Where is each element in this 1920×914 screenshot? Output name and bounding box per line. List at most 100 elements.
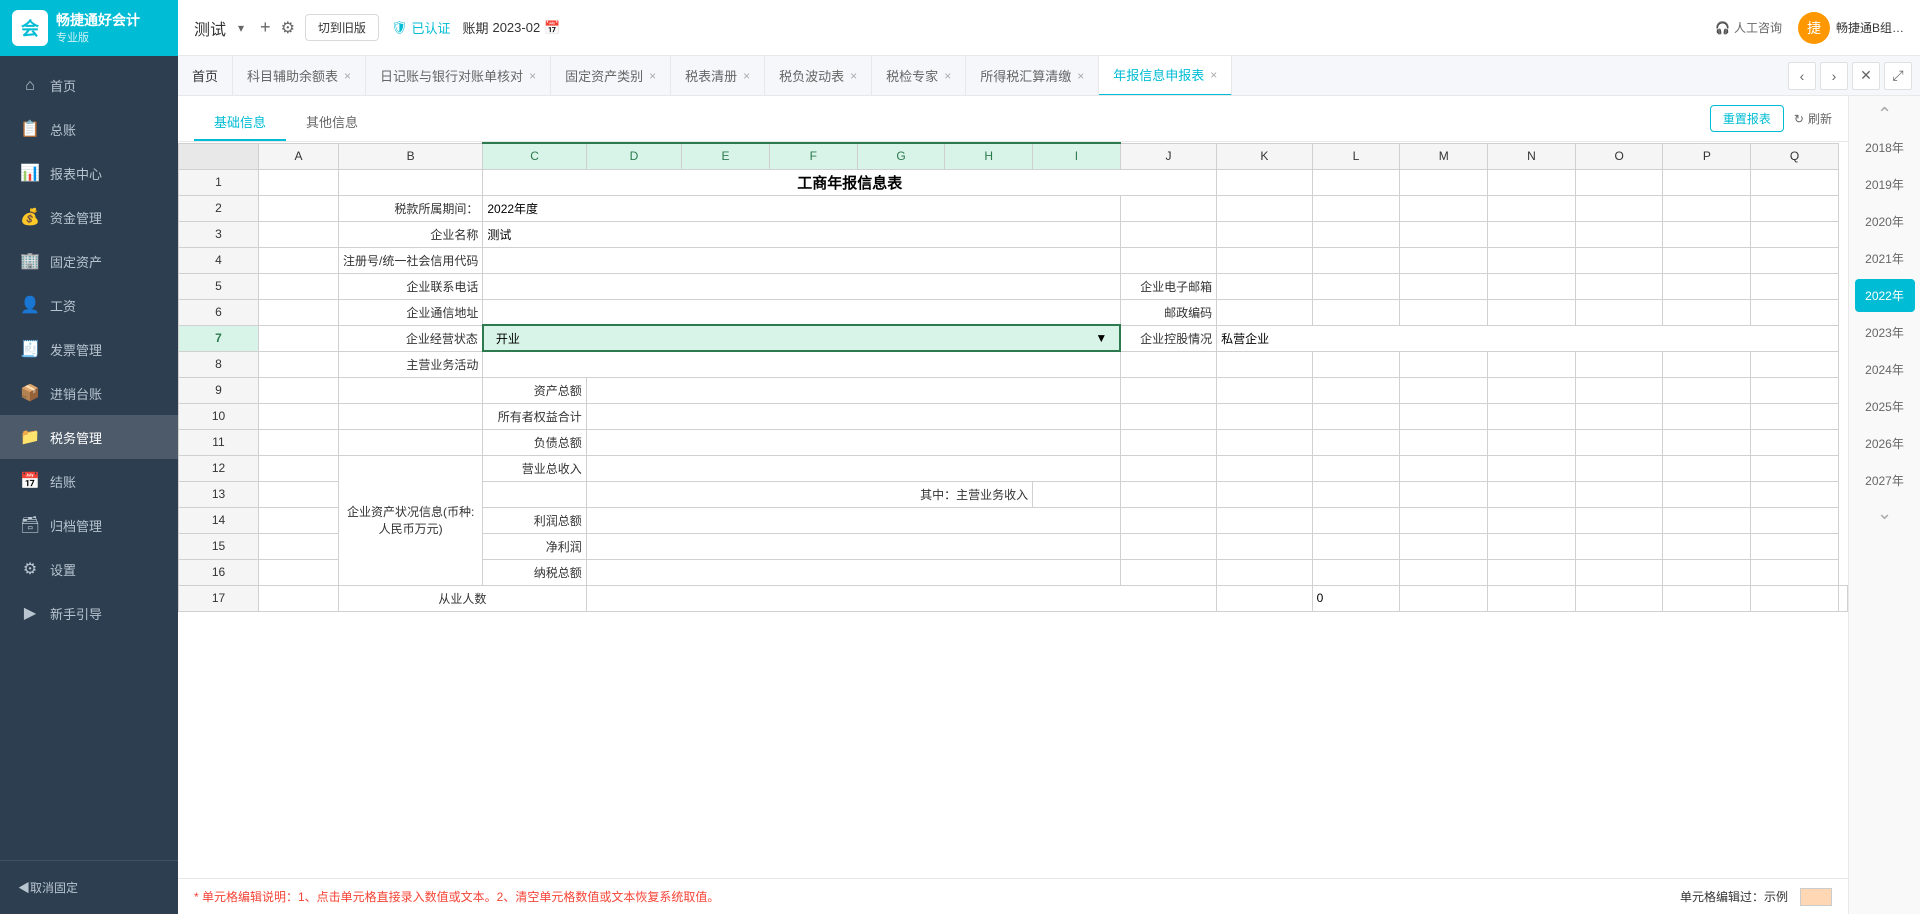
year-nav-down[interactable]: ⌄ xyxy=(1873,499,1896,528)
user-menu[interactable]: 捷 畅捷通B组… xyxy=(1798,12,1904,44)
cell-12-B[interactable]: 企业资产状况信息(币种: 人民币万元) xyxy=(339,455,483,585)
cell-13-C[interactable] xyxy=(483,481,586,507)
cell-title[interactable]: 工商年报信息表 xyxy=(483,169,1217,195)
subtab-basic[interactable]: 基础信息 xyxy=(194,104,286,141)
cell-16-K[interactable] xyxy=(1217,559,1312,585)
tab-fixed-asset[interactable]: 固定资产类别 × xyxy=(551,56,671,96)
sidebar-item-settings[interactable]: ⚙设置 xyxy=(0,547,178,591)
cell-15-C[interactable]: 净利润 xyxy=(483,533,586,559)
col-header-Q[interactable]: Q xyxy=(1751,143,1839,169)
cell-12-C[interactable]: 营业总收入 xyxy=(483,455,586,481)
cell-5-O[interactable] xyxy=(1575,273,1663,299)
cell-2-A[interactable] xyxy=(259,195,339,221)
tab-tax-expert-close[interactable]: × xyxy=(944,69,951,83)
tab-journal[interactable]: 日记账与银行对账单核对 × xyxy=(366,56,551,96)
cell-15-A[interactable] xyxy=(259,533,339,559)
cell-4-O[interactable] xyxy=(1575,247,1663,273)
col-header-C[interactable]: C xyxy=(483,143,586,169)
dropdown-arrow[interactable]: ▼ xyxy=(1095,331,1107,345)
cell-1-O[interactable] xyxy=(1575,169,1663,195)
cell-9-M[interactable] xyxy=(1400,377,1488,403)
cell-4-J[interactable] xyxy=(1120,247,1216,273)
cell-16-D[interactable] xyxy=(586,559,1120,585)
cell-6-P[interactable] xyxy=(1663,299,1751,325)
year-2022[interactable]: 2022年 xyxy=(1855,279,1915,312)
cell-3-J[interactable] xyxy=(1120,221,1216,247)
cell-13-A[interactable] xyxy=(259,481,339,507)
cell-6-B[interactable]: 企业通信地址 xyxy=(339,299,483,325)
cell-6-O[interactable] xyxy=(1575,299,1663,325)
cell-11-M[interactable] xyxy=(1400,429,1488,455)
cell-15-J[interactable] xyxy=(1120,533,1216,559)
cell-10-Q[interactable] xyxy=(1751,403,1839,429)
cell-13-M[interactable] xyxy=(1400,481,1488,507)
cell-11-B[interactable] xyxy=(339,429,483,455)
subtab-other[interactable]: 其他信息 xyxy=(286,104,378,141)
cell-17-K[interactable]: 0 xyxy=(1312,585,1400,611)
cell-6-Q[interactable] xyxy=(1751,299,1839,325)
cell-1-Q[interactable] xyxy=(1751,169,1839,195)
cell-2-O[interactable] xyxy=(1575,195,1663,221)
cell-7-J[interactable]: 企业控股情况 xyxy=(1120,325,1216,351)
cell-13-L[interactable] xyxy=(1312,481,1400,507)
cell-9-O[interactable] xyxy=(1575,377,1663,403)
cell-10-C[interactable]: 所有者权益合计 xyxy=(483,403,586,429)
cell-11-Q[interactable] xyxy=(1751,429,1839,455)
col-header-F[interactable]: F xyxy=(769,143,857,169)
tab-tax-return[interactable]: 税表清册 × xyxy=(671,56,765,96)
tab-income-tax-close[interactable]: × xyxy=(1077,69,1084,83)
cell-10-O[interactable] xyxy=(1575,403,1663,429)
cell-11-P[interactable] xyxy=(1663,429,1751,455)
refresh-button[interactable]: ↻ 刷新 xyxy=(1794,110,1832,127)
cell-3-B[interactable]: 企业名称 xyxy=(339,221,483,247)
cell-9-B[interactable] xyxy=(339,377,483,403)
col-header-D[interactable]: D xyxy=(586,143,681,169)
cell-7-B[interactable]: 企业经营状态 xyxy=(339,325,483,351)
cell-17-A[interactable] xyxy=(259,585,339,611)
cell-2-J[interactable] xyxy=(1120,195,1216,221)
cell-17-L[interactable] xyxy=(1400,585,1488,611)
cell-8-C[interactable] xyxy=(483,351,1120,377)
cell-5-C[interactable] xyxy=(483,273,1120,299)
cell-9-K[interactable] xyxy=(1217,377,1312,403)
cell-16-O[interactable] xyxy=(1575,559,1663,585)
cell-2-N[interactable] xyxy=(1488,195,1576,221)
cell-17-Q[interactable] xyxy=(1839,585,1848,611)
cell-16-Q[interactable] xyxy=(1751,559,1839,585)
cell-8-A[interactable] xyxy=(259,351,339,377)
cell-14-O[interactable] xyxy=(1575,507,1663,533)
cell-4-L[interactable] xyxy=(1312,247,1400,273)
cell-8-M[interactable] xyxy=(1400,351,1488,377)
sidebar-item-payroll[interactable]: 👤工资 xyxy=(0,283,178,327)
cell-12-N[interactable] xyxy=(1488,455,1576,481)
reset-button[interactable]: 重置报表 xyxy=(1710,105,1784,132)
cell-5-L[interactable] xyxy=(1312,273,1400,299)
tab-tax-change[interactable]: 税负波动表 × xyxy=(765,56,872,96)
cell-11-C[interactable]: 负债总额 xyxy=(483,429,586,455)
cell-11-K[interactable] xyxy=(1217,429,1312,455)
col-header-J[interactable]: J xyxy=(1120,143,1216,169)
year-2019[interactable]: 2019年 xyxy=(1855,168,1915,201)
cell-10-L[interactable] xyxy=(1312,403,1400,429)
cell-9-L[interactable] xyxy=(1312,377,1400,403)
cell-4-Q[interactable] xyxy=(1751,247,1839,273)
cell-4-M[interactable] xyxy=(1400,247,1488,273)
cell-13-P[interactable] xyxy=(1663,481,1751,507)
cell-12-O[interactable] xyxy=(1575,455,1663,481)
cell-2-C[interactable]: 2022年度 xyxy=(483,195,1120,221)
settings-icon[interactable]: ⚙ xyxy=(281,18,295,38)
cell-1-N[interactable] xyxy=(1488,169,1576,195)
cell-17-D[interactable] xyxy=(586,585,1216,611)
tab-fixed-asset-close[interactable]: × xyxy=(649,69,656,83)
cell-15-Q[interactable] xyxy=(1751,533,1839,559)
year-2025[interactable]: 2025年 xyxy=(1855,390,1915,423)
sidebar-item-tax[interactable]: 📁税务管理 xyxy=(0,415,178,459)
cell-2-K[interactable] xyxy=(1217,195,1312,221)
year-2027[interactable]: 2027年 xyxy=(1855,464,1915,497)
cell-17-M[interactable] xyxy=(1488,585,1576,611)
cell-15-M[interactable] xyxy=(1400,533,1488,559)
cell-9-A[interactable] xyxy=(259,377,339,403)
cell-3-P[interactable] xyxy=(1663,221,1751,247)
cell-1-A[interactable] xyxy=(259,169,339,195)
cell-6-N[interactable] xyxy=(1488,299,1576,325)
